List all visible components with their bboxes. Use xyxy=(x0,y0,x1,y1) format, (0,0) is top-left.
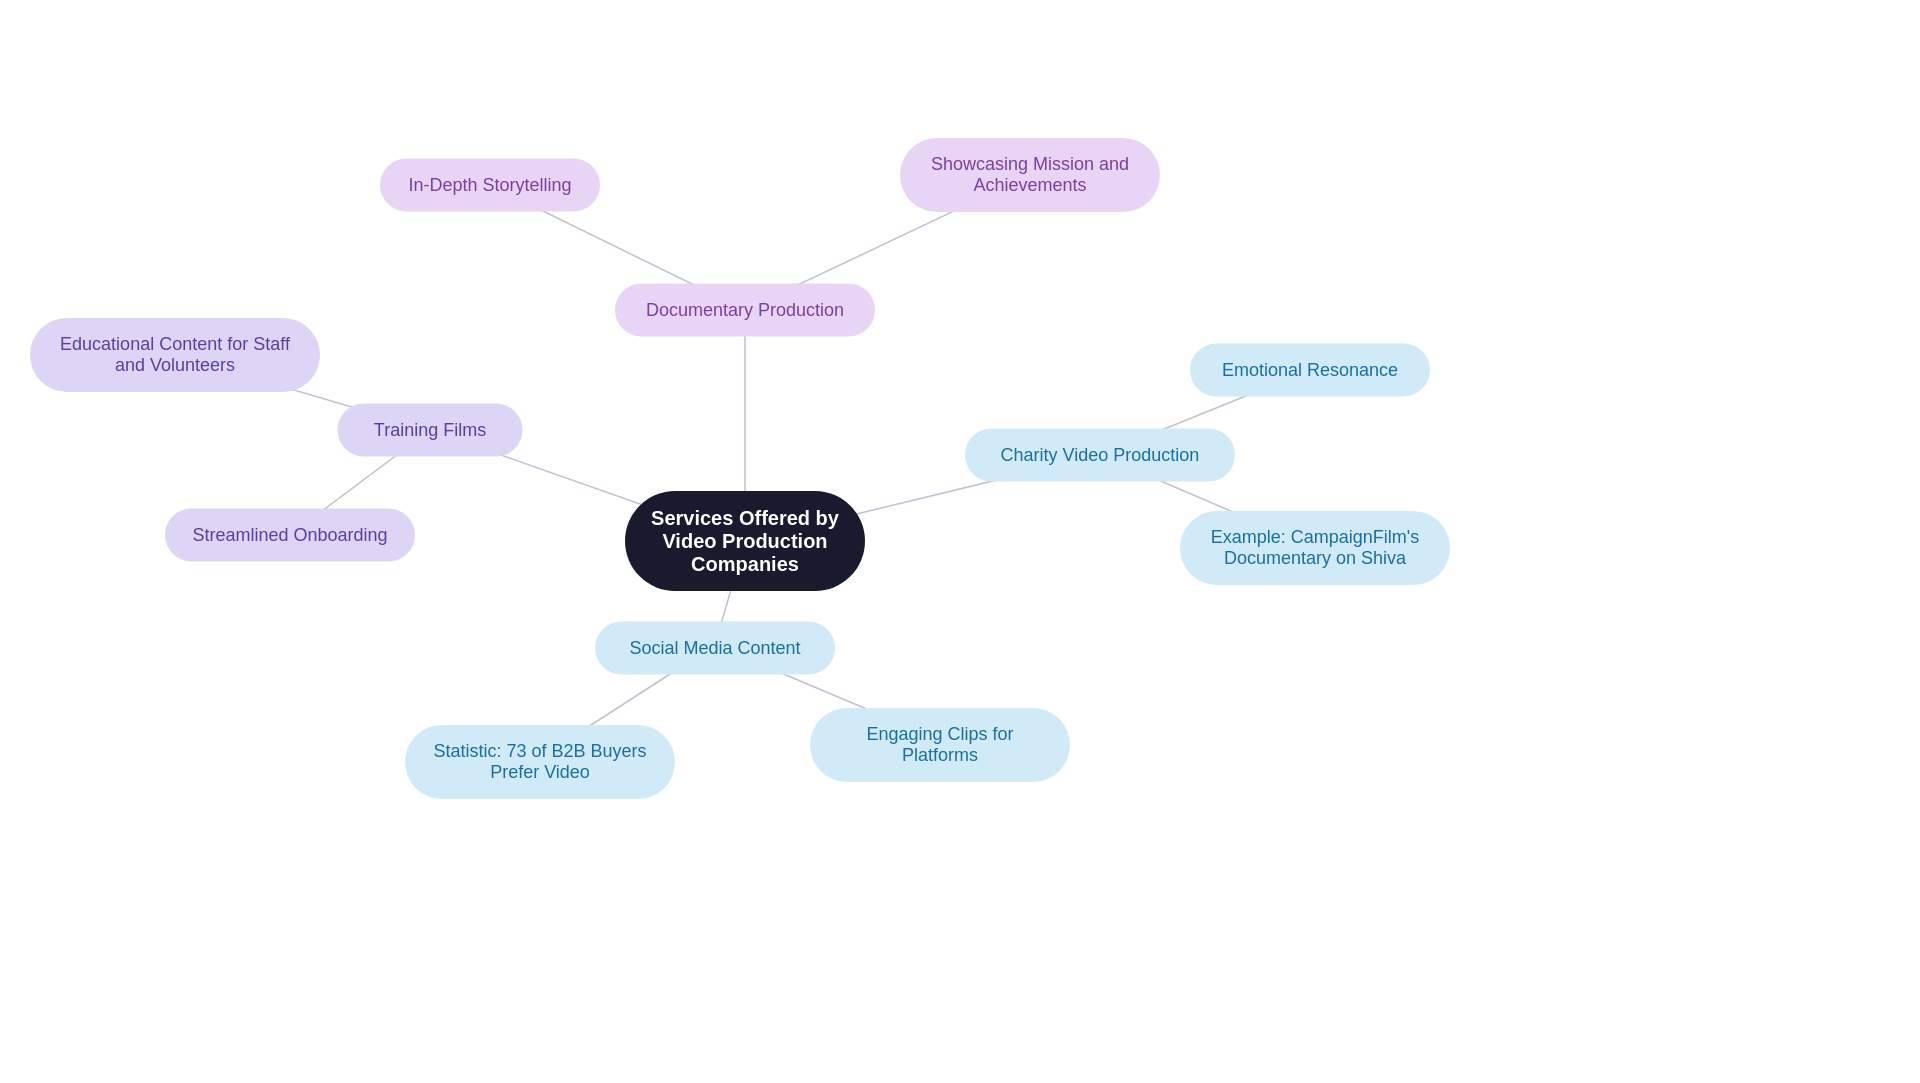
center-node: Services Offered by Video Production Com… xyxy=(625,491,865,591)
social-label: Social Media Content xyxy=(629,638,800,659)
charity-label: Charity Video Production xyxy=(1001,445,1200,466)
statistic-node: Statistic: 73 of B2B Buyers Prefer Video xyxy=(405,725,675,799)
emotional-node: Emotional Resonance xyxy=(1190,344,1430,397)
social-node: Social Media Content xyxy=(595,622,835,675)
showcasing-label: Showcasing Mission and Achievements xyxy=(924,154,1136,196)
example-node: Example: CampaignFilm's Documentary on S… xyxy=(1180,511,1450,585)
emotional-label: Emotional Resonance xyxy=(1222,360,1398,381)
documentary-node: Documentary Production xyxy=(615,284,875,337)
onboarding-label: Streamlined Onboarding xyxy=(192,525,387,546)
statistic-label: Statistic: 73 of B2B Buyers Prefer Video xyxy=(429,741,651,783)
training-label: Training Films xyxy=(374,420,486,441)
showcasing-node: Showcasing Mission and Achievements xyxy=(900,138,1160,212)
training-node: Training Films xyxy=(338,404,523,457)
center-label: Services Offered by Video Production Com… xyxy=(649,507,841,576)
example-label: Example: CampaignFilm's Documentary on S… xyxy=(1204,527,1426,569)
educational-label: Educational Content for Staff and Volunt… xyxy=(54,334,296,376)
charity-node: Charity Video Production xyxy=(965,429,1235,482)
in-depth-label: In-Depth Storytelling xyxy=(408,175,571,196)
documentary-label: Documentary Production xyxy=(646,300,844,321)
onboarding-node: Streamlined Onboarding xyxy=(165,509,415,562)
engaging-node: Engaging Clips for Platforms xyxy=(810,708,1070,782)
engaging-label: Engaging Clips for Platforms xyxy=(834,724,1046,766)
educational-node: Educational Content for Staff and Volunt… xyxy=(30,318,320,392)
in-depth-node: In-Depth Storytelling xyxy=(380,159,600,212)
